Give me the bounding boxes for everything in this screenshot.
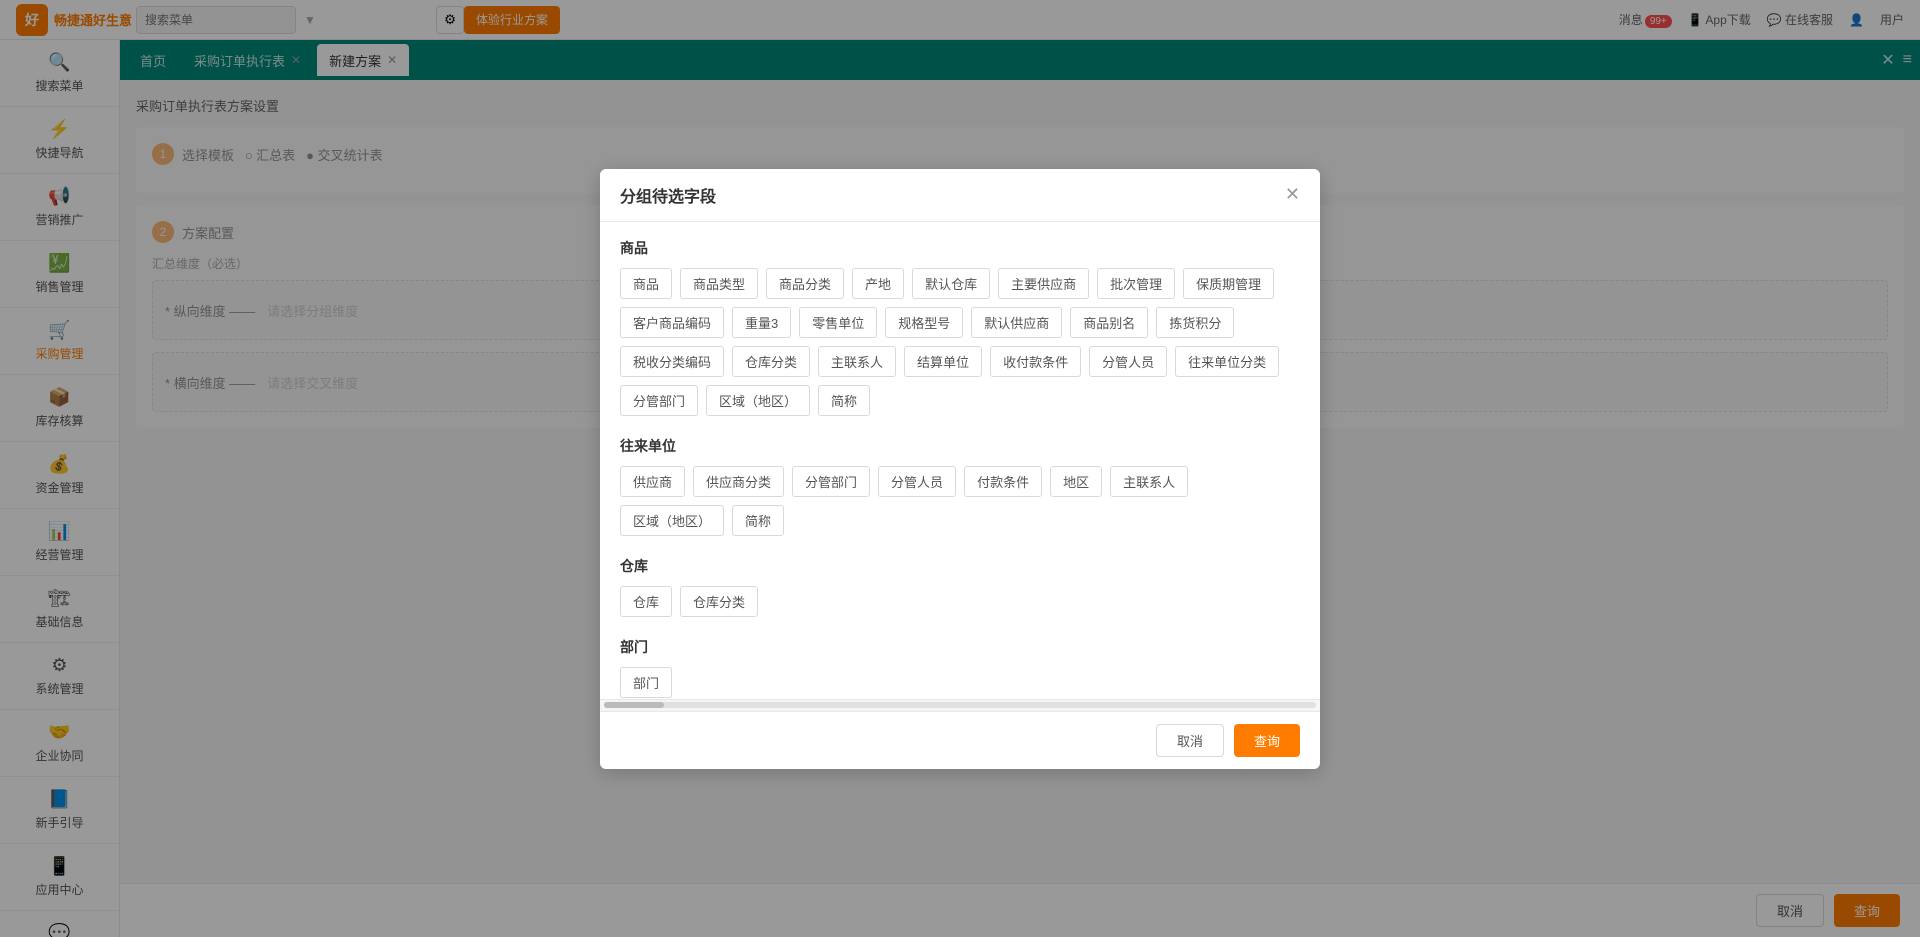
- field-tag-supplier-category[interactable]: 供应商分类: [693, 466, 784, 497]
- modal-hscroll-bar: [604, 702, 1316, 708]
- modal-footer: 取消 查询: [600, 711, 1320, 769]
- section-goods-tags: 商品 商品类型 商品分类 产地 默认仓库 主要供应商 批次管理 保质期管理 客户…: [620, 268, 1300, 416]
- field-tag-goods-type[interactable]: 商品类型: [680, 268, 758, 299]
- modal-hscroll[interactable]: [600, 699, 1320, 711]
- field-tag-short-name[interactable]: 简称: [818, 385, 870, 416]
- field-tag-batch-mgmt[interactable]: 批次管理: [1097, 268, 1175, 299]
- section-warehouse: 仓库 仓库 仓库分类: [620, 556, 1300, 617]
- modal-title: 分组待选字段: [620, 183, 716, 207]
- field-tag-pick-points[interactable]: 拣货积分: [1156, 307, 1234, 338]
- section-department-tags: 部门: [620, 667, 1300, 698]
- modal-hscroll-thumb[interactable]: [604, 702, 664, 708]
- section-warehouse-tags: 仓库 仓库分类: [620, 586, 1300, 617]
- field-tag-default-warehouse[interactable]: 默认仓库: [912, 268, 990, 299]
- modal-header: 分组待选字段 ✕: [600, 169, 1320, 222]
- modal-close-button[interactable]: ✕: [1285, 184, 1300, 205]
- section-goods-title: 商品: [620, 238, 1300, 258]
- field-tag-goods-alias[interactable]: 商品别名: [1070, 307, 1148, 338]
- field-tag-dept[interactable]: 分管部门: [620, 385, 698, 416]
- field-tag-weight3[interactable]: 重量3: [732, 307, 791, 338]
- field-tag-partner-supervisor[interactable]: 分管人员: [878, 466, 956, 497]
- section-department: 部门 部门: [620, 637, 1300, 698]
- field-tag-main-supplier[interactable]: 主要供应商: [998, 268, 1089, 299]
- field-tag-payment-terms[interactable]: 收付款条件: [990, 346, 1081, 377]
- modal-cancel-button[interactable]: 取消: [1156, 724, 1224, 757]
- field-tag-main-contact[interactable]: 主联系人: [818, 346, 896, 377]
- section-partner-title: 往来单位: [620, 436, 1300, 456]
- section-goods: 商品 商品 商品类型 商品分类 产地 默认仓库 主要供应商 批次管理 保质期管理…: [620, 238, 1300, 416]
- field-tag-partner-region[interactable]: 地区: [1050, 466, 1102, 497]
- field-tag-partner-payment[interactable]: 付款条件: [964, 466, 1042, 497]
- field-tag-partner-contact[interactable]: 主联系人: [1110, 466, 1188, 497]
- field-tag-tax-code[interactable]: 税收分类编码: [620, 346, 724, 377]
- field-tag-goods[interactable]: 商品: [620, 268, 672, 299]
- modal-body[interactable]: 商品 商品 商品类型 商品分类 产地 默认仓库 主要供应商 批次管理 保质期管理…: [600, 222, 1320, 699]
- section-partner: 往来单位 供应商 供应商分类 分管部门 分管人员 付款条件 地区 主联系人 区域…: [620, 436, 1300, 536]
- field-tag-goods-category[interactable]: 商品分类: [766, 268, 844, 299]
- field-tag-supervisor[interactable]: 分管人员: [1089, 346, 1167, 377]
- section-partner-tags: 供应商 供应商分类 分管部门 分管人员 付款条件 地区 主联系人 区域（地区） …: [620, 466, 1300, 536]
- field-tag-expiry-mgmt[interactable]: 保质期管理: [1183, 268, 1274, 299]
- section-warehouse-title: 仓库: [620, 556, 1300, 576]
- field-tag-warehouse-cat[interactable]: 仓库分类: [680, 586, 758, 617]
- field-tag-spec-model[interactable]: 规格型号: [885, 307, 963, 338]
- field-tag-partner-shortname[interactable]: 简称: [732, 505, 784, 536]
- modal-overlay: 分组待选字段 ✕ 商品 商品 商品类型 商品分类 产地 默认仓库 主要供应商 批…: [0, 0, 1920, 937]
- field-tag-supplier[interactable]: 供应商: [620, 466, 685, 497]
- field-tag-default-supplier[interactable]: 默认供应商: [971, 307, 1062, 338]
- field-tag-partner-area[interactable]: 区域（地区）: [620, 505, 724, 536]
- field-tag-warehouse[interactable]: 仓库: [620, 586, 672, 617]
- field-tag-partner-dept[interactable]: 分管部门: [792, 466, 870, 497]
- field-tag-partner-category[interactable]: 往来单位分类: [1175, 346, 1279, 377]
- section-department-title: 部门: [620, 637, 1300, 657]
- field-tag-retail-unit[interactable]: 零售单位: [799, 307, 877, 338]
- field-tag-customer-goods-code[interactable]: 客户商品编码: [620, 307, 724, 338]
- field-tag-region[interactable]: 区域（地区）: [706, 385, 810, 416]
- field-tag-department[interactable]: 部门: [620, 667, 672, 698]
- modal-confirm-button[interactable]: 查询: [1234, 724, 1300, 757]
- field-select-modal: 分组待选字段 ✕ 商品 商品 商品类型 商品分类 产地 默认仓库 主要供应商 批…: [600, 169, 1320, 769]
- field-tag-warehouse-category[interactable]: 仓库分类: [732, 346, 810, 377]
- field-tag-settlement-unit[interactable]: 结算单位: [904, 346, 982, 377]
- field-tag-origin[interactable]: 产地: [852, 268, 904, 299]
